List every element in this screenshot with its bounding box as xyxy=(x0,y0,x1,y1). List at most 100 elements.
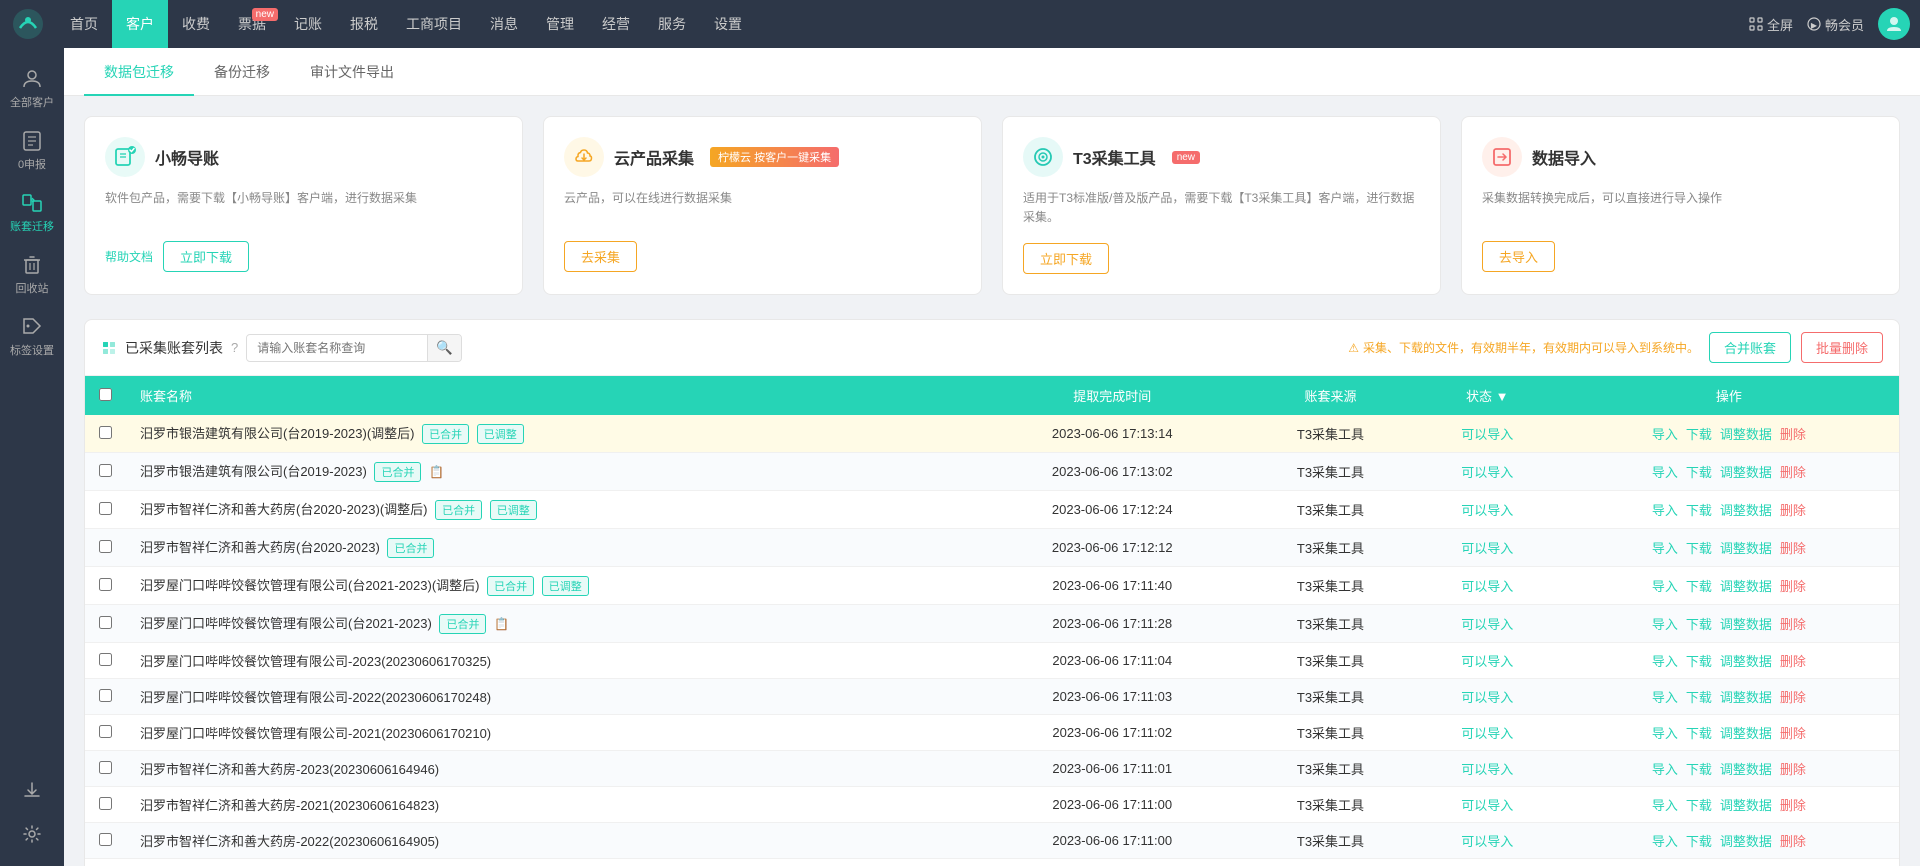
sidebar-item-all-clients[interactable]: 全部客户 xyxy=(0,58,64,120)
fullscreen-button[interactable]: 全屏 xyxy=(1749,15,1793,34)
help-icon[interactable]: ? xyxy=(231,340,238,355)
action-删除[interactable]: 删除 xyxy=(1780,579,1806,594)
action-调整数据[interactable]: 调整数据 xyxy=(1720,798,1772,813)
row-checkbox[interactable] xyxy=(99,540,112,553)
nav-item-收费[interactable]: 收费 xyxy=(168,0,224,48)
action-导入[interactable]: 导入 xyxy=(1652,541,1678,556)
nav-item-票据[interactable]: 票据new xyxy=(224,0,280,48)
action-下载[interactable]: 下载 xyxy=(1686,465,1712,480)
action-下载[interactable]: 下载 xyxy=(1686,579,1712,594)
sidebar-settings-button[interactable] xyxy=(14,816,50,852)
merge-accounts-button[interactable]: 合并账套 xyxy=(1709,332,1791,363)
row-checkbox[interactable] xyxy=(99,464,112,477)
action-下载[interactable]: 下载 xyxy=(1686,726,1712,741)
sidebar-item-migrate[interactable]: 账套迁移 xyxy=(0,182,64,244)
nav-item-工商项目[interactable]: 工商项目 xyxy=(392,0,476,48)
action-下载[interactable]: 下载 xyxy=(1686,541,1712,556)
nav-item-首页[interactable]: 首页 xyxy=(56,0,112,48)
action-导入[interactable]: 导入 xyxy=(1652,654,1678,669)
row-checkbox[interactable] xyxy=(99,725,112,738)
tab-备份迁移[interactable]: 备份迁移 xyxy=(194,48,290,96)
action-导入[interactable]: 导入 xyxy=(1652,798,1678,813)
row-checkbox[interactable] xyxy=(99,797,112,810)
row-checkbox[interactable] xyxy=(99,689,112,702)
action-删除[interactable]: 删除 xyxy=(1780,654,1806,669)
action-删除[interactable]: 删除 xyxy=(1780,617,1806,632)
go-collect-button[interactable]: 去采集 xyxy=(564,241,637,272)
row-checkbox[interactable] xyxy=(99,502,112,515)
action-删除[interactable]: 删除 xyxy=(1780,541,1806,556)
app-logo[interactable] xyxy=(10,6,46,42)
nav-item-经营[interactable]: 经营 xyxy=(588,0,644,48)
table-row: 汨罗屋门口哔哔饺餐饮管理有限公司-2023(20230606170325)202… xyxy=(85,643,1899,679)
row-checkbox[interactable] xyxy=(99,616,112,629)
action-导入[interactable]: 导入 xyxy=(1652,726,1678,741)
sidebar-download-button[interactable] xyxy=(14,772,50,808)
action-调整数据[interactable]: 调整数据 xyxy=(1720,503,1772,518)
select-all-checkbox[interactable] xyxy=(99,388,112,401)
action-下载[interactable]: 下载 xyxy=(1686,798,1712,813)
nav-item-服务[interactable]: 服务 xyxy=(644,0,700,48)
row-checkbox[interactable] xyxy=(99,578,112,591)
action-下载[interactable]: 下载 xyxy=(1686,617,1712,632)
go-import-button[interactable]: 去导入 xyxy=(1482,241,1555,272)
action-调整数据[interactable]: 调整数据 xyxy=(1720,762,1772,777)
action-导入[interactable]: 导入 xyxy=(1652,465,1678,480)
nav-item-管理[interactable]: 管理 xyxy=(532,0,588,48)
action-下载[interactable]: 下载 xyxy=(1686,503,1712,518)
completion-time-cell: 2023-06-06 17:11:00 xyxy=(979,787,1245,823)
action-调整数据[interactable]: 调整数据 xyxy=(1720,617,1772,632)
action-调整数据[interactable]: 调整数据 xyxy=(1720,465,1772,480)
nav-item-消息[interactable]: 消息 xyxy=(476,0,532,48)
search-input[interactable] xyxy=(247,336,427,360)
action-导入[interactable]: 导入 xyxy=(1652,427,1678,442)
action-导入[interactable]: 导入 xyxy=(1652,617,1678,632)
action-删除[interactable]: 删除 xyxy=(1780,834,1806,849)
tag-badge: 已合并 xyxy=(435,500,482,520)
action-删除[interactable]: 删除 xyxy=(1780,690,1806,705)
action-调整数据[interactable]: 调整数据 xyxy=(1720,834,1772,849)
action-导入[interactable]: 导入 xyxy=(1652,690,1678,705)
action-下载[interactable]: 下载 xyxy=(1686,654,1712,669)
action-删除[interactable]: 删除 xyxy=(1780,465,1806,480)
user-avatar[interactable] xyxy=(1878,8,1910,40)
action-调整数据[interactable]: 调整数据 xyxy=(1720,427,1772,442)
row-checkbox[interactable] xyxy=(99,653,112,666)
sidebar-item-tag-settings[interactable]: 标签设置 xyxy=(0,306,64,368)
action-导入[interactable]: 导入 xyxy=(1652,834,1678,849)
action-删除[interactable]: 删除 xyxy=(1780,503,1806,518)
sidebar-item-zero-report[interactable]: 0申报 xyxy=(0,120,64,182)
action-下载[interactable]: 下载 xyxy=(1686,690,1712,705)
action-导入[interactable]: 导入 xyxy=(1652,762,1678,777)
nav-item-记账[interactable]: 记账 xyxy=(280,0,336,48)
action-调整数据[interactable]: 调整数据 xyxy=(1720,579,1772,594)
help-doc-link[interactable]: 帮助文档 xyxy=(105,248,153,265)
row-checkbox[interactable] xyxy=(99,426,112,439)
member-button[interactable]: ▶ 畅会员 xyxy=(1807,15,1864,34)
action-删除[interactable]: 删除 xyxy=(1780,798,1806,813)
action-调整数据[interactable]: 调整数据 xyxy=(1720,726,1772,741)
nav-item-报税[interactable]: 报税 xyxy=(336,0,392,48)
sidebar-item-recycle[interactable]: 回收站 xyxy=(0,244,64,306)
action-导入[interactable]: 导入 xyxy=(1652,503,1678,518)
row-checkbox[interactable] xyxy=(99,833,112,846)
nav-item-设置[interactable]: 设置 xyxy=(700,0,756,48)
action-删除[interactable]: 删除 xyxy=(1780,427,1806,442)
action-删除[interactable]: 删除 xyxy=(1780,726,1806,741)
action-调整数据[interactable]: 调整数据 xyxy=(1720,654,1772,669)
download-now-button[interactable]: 立即下载 xyxy=(163,241,249,272)
tab-审计文件导出[interactable]: 审计文件导出 xyxy=(290,48,414,96)
action-下载[interactable]: 下载 xyxy=(1686,427,1712,442)
nav-item-客户[interactable]: 客户 xyxy=(112,0,168,48)
action-导入[interactable]: 导入 xyxy=(1652,579,1678,594)
action-删除[interactable]: 删除 xyxy=(1780,762,1806,777)
action-调整数据[interactable]: 调整数据 xyxy=(1720,690,1772,705)
action-下载[interactable]: 下载 xyxy=(1686,762,1712,777)
t3-download-button[interactable]: 立即下载 xyxy=(1023,243,1109,274)
action-调整数据[interactable]: 调整数据 xyxy=(1720,541,1772,556)
search-button[interactable]: 🔍 xyxy=(427,335,461,361)
batch-delete-button[interactable]: 批量删除 xyxy=(1801,332,1883,363)
tab-数据包迁移[interactable]: 数据包迁移 xyxy=(84,48,194,96)
row-checkbox[interactable] xyxy=(99,761,112,774)
action-下载[interactable]: 下载 xyxy=(1686,834,1712,849)
